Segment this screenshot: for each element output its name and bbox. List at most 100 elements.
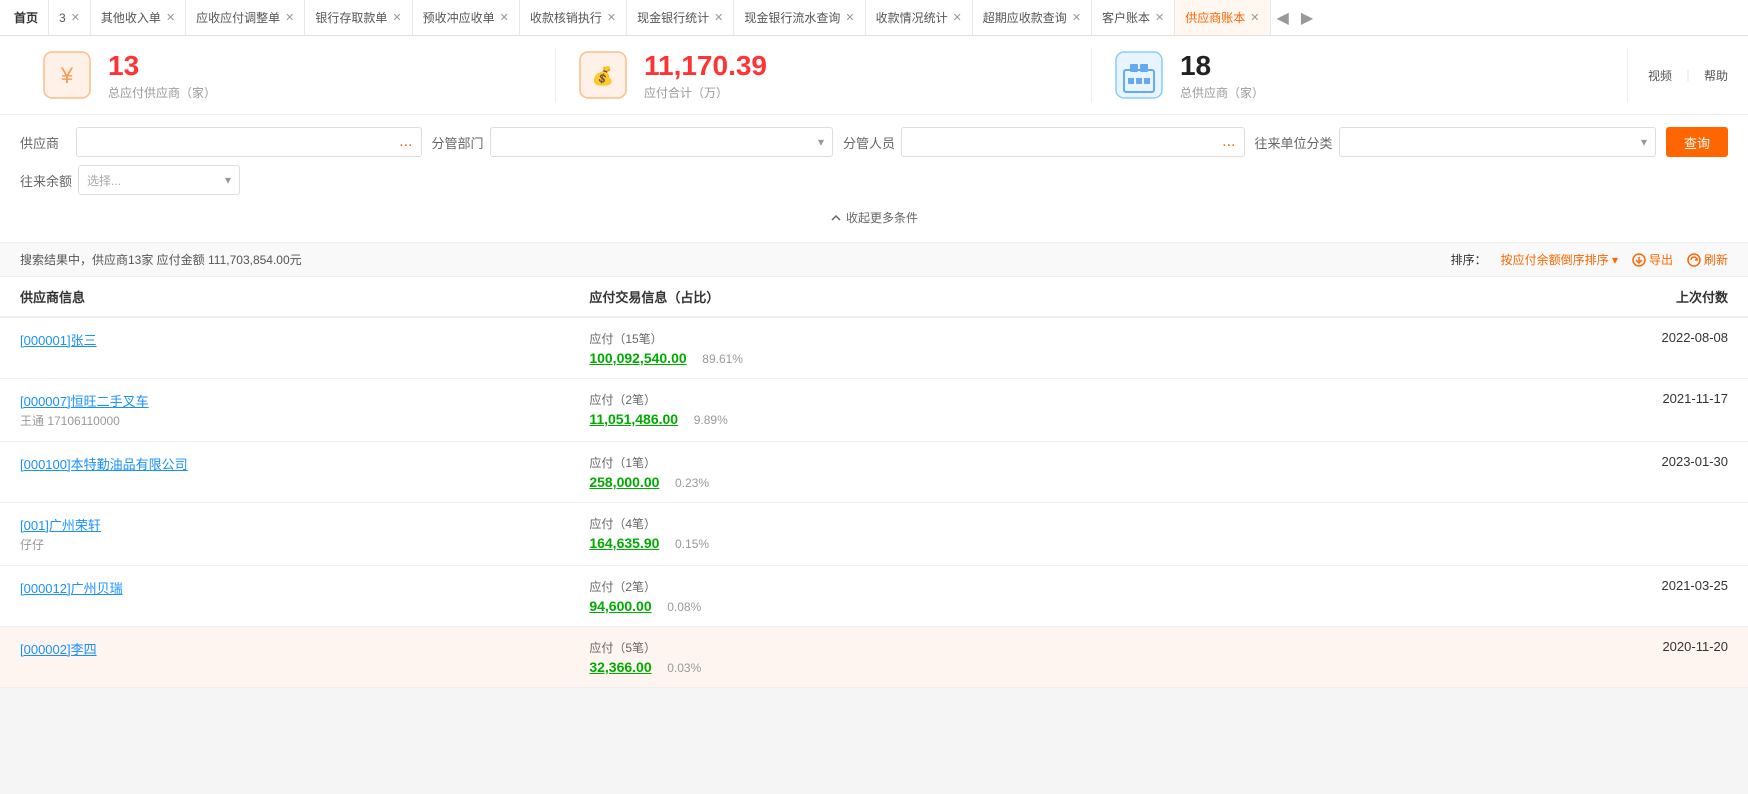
lastpay-date-6: 2020-11-20 [1273, 639, 1728, 654]
tab-overdue-label: 超期应收款查询 [983, 9, 1067, 26]
sort-label: 排序： [1451, 251, 1487, 268]
sort-option[interactable]: 按应付余额倒序排序 ▾ [1501, 251, 1618, 268]
home-tab-label: 首页 [14, 9, 38, 26]
nav-tab-supplier-ledger[interactable]: 供应商账本 ✕ [1175, 0, 1270, 36]
close-customer-ledger[interactable]: ✕ [1155, 11, 1164, 24]
person-input[interactable]: ... [901, 127, 1244, 157]
balance-placeholder: 选择... [87, 172, 121, 189]
payable-supplier-value: 13 [108, 49, 216, 83]
transaction-info-6: 应付（5笔） 32,366.00 0.03% [589, 639, 1272, 675]
nav-tab-other-income[interactable]: 其他收入单 ✕ [91, 0, 186, 36]
nav-tab-ar-adjustment[interactable]: 应收应付调整单 ✕ [186, 0, 305, 36]
supplier-dots-icon[interactable]: ... [399, 134, 412, 150]
lastpay-date-1: 2022-08-08 [1273, 330, 1728, 345]
lastpay-date-5: 2021-03-25 [1273, 578, 1728, 593]
dept-input[interactable]: ▾ [490, 127, 833, 157]
supplier-link-4[interactable]: [001]广州荣轩 [20, 515, 589, 534]
close-overdue[interactable]: ✕ [1072, 11, 1081, 24]
supplier-link-1[interactable]: [000001]张三 [20, 330, 589, 349]
nav-tab-3[interactable]: 3 ✕ [49, 0, 91, 36]
nav-arrow-left[interactable]: ◀ [1271, 8, 1295, 28]
col-header-transaction: 应付交易信息（占比） [589, 287, 1272, 306]
tab-customer-ledger-label: 客户账本 [1102, 9, 1150, 26]
top-right-actions: 视频 ｜ 帮助 [1628, 67, 1728, 84]
trans-amount-6[interactable]: 32,366.00 [589, 659, 651, 675]
data-table: 供应商信息 应付交易信息（占比） 上次付数 [000001]张三 应付（15笔）… [0, 277, 1748, 688]
table-row[interactable]: [000007]恒旺二手叉车 王通 17106110000 应付（2笔） 11,… [0, 379, 1748, 442]
balance-arrow-icon: ▾ [225, 173, 231, 187]
close-ar-adjustment[interactable]: ✕ [285, 11, 294, 24]
nav-tab-prepay[interactable]: 预收冲应收单 ✕ [413, 0, 520, 36]
trans-amount-1[interactable]: 100,092,540.00 [589, 350, 686, 366]
tab-cash-flow-label: 现金银行流水查询 [744, 9, 840, 26]
trans-amount-2[interactable]: 11,051,486.00 [589, 411, 678, 427]
close-collect-stat[interactable]: ✕ [953, 11, 962, 24]
collapse-label: 收起更多条件 [846, 209, 918, 226]
nav-tab-customer-ledger[interactable]: 客户账本 ✕ [1092, 0, 1175, 36]
filter-row-2: 往来余额 选择... ▾ [20, 165, 1728, 195]
trans-type-3: 应付（1笔） [589, 454, 1272, 471]
filter-supplier: 供应商 ... [20, 127, 422, 157]
balance-input[interactable]: 选择... ▾ [78, 165, 240, 195]
nav-tab-collection-exec[interactable]: 收款核销执行 ✕ [520, 0, 627, 36]
close-other-income[interactable]: ✕ [166, 11, 175, 24]
filter-row-1: 供应商 ... 分管部门 ▾ 分管人员 ... 往来单位分类 ▾ [20, 127, 1728, 157]
table-header: 供应商信息 应付交易信息（占比） 上次付数 [0, 277, 1748, 318]
lastpay-6: 2020-11-20 [1273, 639, 1728, 654]
close-supplier-ledger[interactable]: ✕ [1250, 11, 1259, 24]
trans-type-5: 应付（2笔） [589, 578, 1272, 595]
close-tab-3[interactable]: ✕ [71, 11, 80, 24]
help-link[interactable]: 帮助 [1704, 67, 1728, 84]
total-payable-content: 11,170.39 应付合计（万） [644, 49, 767, 102]
supplier-input[interactable]: ... [76, 127, 422, 157]
refresh-button[interactable]: 刷新 [1687, 251, 1728, 268]
category-filter-label: 往来单位分类 [1255, 133, 1333, 152]
supplier-info-3: [000100]本特勤油品有限公司 [20, 454, 589, 473]
supplier-link-5[interactable]: [000012]广州贝瑞 [20, 578, 589, 597]
payable-supplier-content: 13 总应付供应商（家） [108, 49, 216, 102]
nav-tab-overdue[interactable]: 超期应收款查询 ✕ [973, 0, 1092, 36]
export-button[interactable]: 导出 [1632, 251, 1673, 268]
svg-text:💰: 💰 [592, 65, 614, 87]
close-collect-exec[interactable]: ✕ [607, 11, 616, 24]
nav-arrow-right[interactable]: ▶ [1295, 8, 1319, 28]
trans-percent-3: 0.23% [675, 476, 709, 490]
summary-bar: ¥ 13 总应付供应商（家） 💰 11,170.39 应付合计（万） [0, 36, 1748, 115]
trans-amount-3[interactable]: 258,000.00 [589, 474, 659, 490]
trans-amount-4[interactable]: 164,635.90 [589, 535, 659, 551]
nav-tab-bank-deposit[interactable]: 银行存取款单 ✕ [305, 0, 412, 36]
lastpay-1: 2022-08-08 [1273, 330, 1728, 345]
nav-tab-home[interactable]: 首页 [4, 0, 49, 36]
total-supplier-value: 18 [1180, 49, 1264, 83]
summary-card-total-payable: 💰 11,170.39 应付合计（万） [556, 48, 1092, 102]
category-input[interactable]: ▾ [1339, 127, 1656, 157]
video-link[interactable]: 视频 [1648, 67, 1672, 84]
table-row[interactable]: [000012]广州贝瑞 应付（2笔） 94,600.00 0.08% 2021… [0, 566, 1748, 627]
supplier-link-3[interactable]: [000100]本特勤油品有限公司 [20, 454, 589, 473]
supplier-link-2[interactable]: [000007]恒旺二手叉车 [20, 391, 589, 410]
person-filter-label: 分管人员 [843, 133, 895, 152]
filter-category: 往来单位分类 ▾ [1255, 127, 1657, 157]
table-row[interactable]: [001]广州荣轩 仔仔 应付（4笔） 164,635.90 0.15% [0, 503, 1748, 566]
close-cash-stat[interactable]: ✕ [714, 11, 723, 24]
search-button[interactable]: 查询 [1666, 127, 1728, 157]
trans-type-2: 应付（2笔） [589, 391, 1272, 408]
nav-tab-cash-flow[interactable]: 现金银行流水查询 ✕ [734, 0, 865, 36]
table-row[interactable]: [000001]张三 应付（15笔） 100,092,540.00 89.61%… [0, 318, 1748, 379]
collapse-button[interactable]: 收起更多条件 [20, 205, 1728, 230]
close-prepay[interactable]: ✕ [500, 11, 509, 24]
table-row[interactable]: [000100]本特勤油品有限公司 应付（1笔） 258,000.00 0.23… [0, 442, 1748, 503]
supplier-info-1: [000001]张三 [20, 330, 589, 349]
person-dots-icon[interactable]: ... [1222, 134, 1235, 150]
nav-tab-collect-stat[interactable]: 收款情况统计 ✕ [866, 0, 973, 36]
nav-tab-cash-bank-stat[interactable]: 现金银行统计 ✕ [627, 0, 734, 36]
trans-amount-5[interactable]: 94,600.00 [589, 598, 651, 614]
export-label: 导出 [1649, 251, 1673, 268]
supplier-link-6[interactable]: [000002]李四 [20, 639, 589, 658]
top-nav: 首页 3 ✕ 其他收入单 ✕ 应收应付调整单 ✕ 银行存取款单 ✕ 预收冲应收单… [0, 0, 1748, 36]
close-cash-flow[interactable]: ✕ [845, 11, 854, 24]
trans-percent-6: 0.03% [667, 661, 701, 675]
table-row[interactable]: [000002]李四 应付（5笔） 32,366.00 0.03% 2020-1… [0, 627, 1748, 688]
close-bank-deposit[interactable]: ✕ [392, 11, 401, 24]
lastpay-date-2: 2021-11-17 [1273, 391, 1728, 406]
